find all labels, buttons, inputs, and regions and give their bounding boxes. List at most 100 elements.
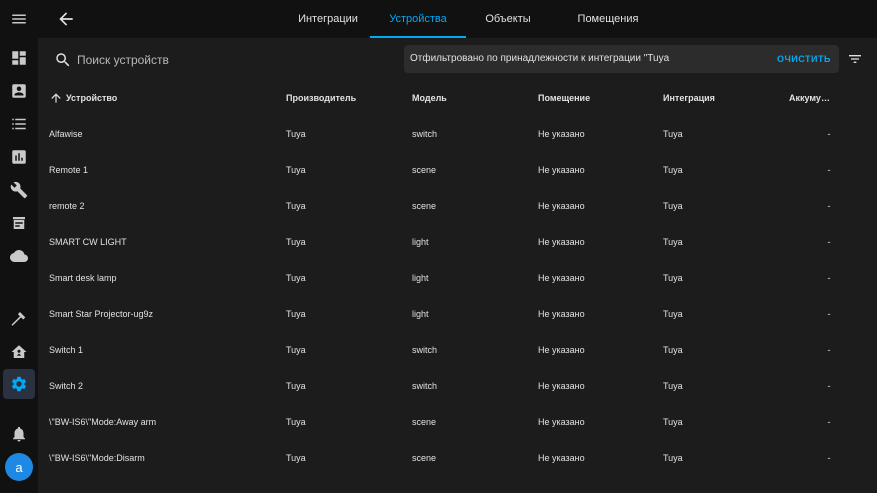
- cell-battery: -: [827, 417, 831, 427]
- cell-device: Alfawise: [49, 129, 83, 139]
- cell-area: Не указано: [538, 237, 585, 247]
- cell-battery: -: [827, 165, 831, 175]
- filter-text: Отфильтровано по принадлежности к интегр…: [410, 53, 670, 64]
- cell-device: Smart Star Projector-ug9z: [49, 309, 154, 319]
- cell-area: Не указано: [538, 273, 585, 283]
- tab-devices[interactable]: Устройства: [370, 0, 466, 38]
- header-model[interactable]: Модель: [412, 80, 532, 116]
- table-row[interactable]: \"BW-IS6\"Mode:Disarm Tuya scene Не указано…: [38, 440, 839, 476]
- cell-model: light: [412, 309, 429, 319]
- cell-model: scene: [412, 201, 437, 211]
- cell-integration: Tuya: [663, 309, 683, 319]
- cell-battery: -: [827, 453, 831, 463]
- tab-integrations[interactable]: Интеграции: [278, 0, 378, 38]
- avatar[interactable]: a: [5, 453, 33, 481]
- cell-area: Не указано: [538, 165, 585, 175]
- table-row[interactable]: Smart desk lamp Tuya light Не указано Tuya -: [38, 260, 839, 296]
- cell-integration: Tuya: [663, 345, 683, 355]
- cell-battery: -: [827, 345, 831, 355]
- cell-area: Не указано: [538, 129, 585, 139]
- cell-integration: Tuya: [663, 129, 683, 139]
- tab-entities[interactable]: Объекты: [468, 0, 548, 38]
- cell-area: Не указано: [538, 453, 585, 463]
- map-icon[interactable]: [7, 79, 31, 103]
- search-input[interactable]: [77, 50, 377, 70]
- table-row[interactable]: Switch 2 Tuya switch Не указано Tuya -: [38, 368, 839, 404]
- table-header: Устройство Производитель Модель Помещени…: [38, 80, 839, 116]
- sort-arrow-up-icon[interactable]: [49, 91, 63, 105]
- cell-battery: -: [827, 309, 831, 319]
- cell-manufacturer: Tuya: [286, 165, 306, 175]
- cell-integration: Tuya: [663, 381, 683, 391]
- cell-device: Switch 2: [49, 381, 84, 391]
- cell-device: remote 2: [49, 201, 85, 211]
- cell-model: scene: [412, 417, 437, 427]
- cell-device: SMART CW LIGHT: [49, 237, 127, 247]
- cell-integration: Tuya: [663, 237, 683, 247]
- cell-integration: Tuya: [663, 165, 683, 175]
- cell-manufacturer: Tuya: [286, 309, 306, 319]
- cell-area: Не указано: [538, 201, 585, 211]
- table-row[interactable]: Switch 1 Tuya switch Не указано Tuya -: [38, 332, 839, 368]
- header-device[interactable]: Устройство: [66, 80, 266, 116]
- cell-battery: -: [827, 201, 831, 211]
- cell-model: switch: [412, 129, 438, 139]
- history-icon[interactable]: [7, 145, 31, 169]
- hacs-icon[interactable]: [7, 211, 31, 235]
- cell-device: \"BW-IS6\"Mode:Away arm: [49, 417, 157, 427]
- cell-area: Не указано: [538, 345, 585, 355]
- cell-device: Switch 1: [49, 345, 84, 355]
- dashboard-icon[interactable]: [7, 46, 31, 70]
- cell-manufacturer: Tuya: [286, 381, 306, 391]
- settings-icon[interactable]: [7, 372, 31, 396]
- cell-battery: -: [827, 129, 831, 139]
- table-row[interactable]: SMART CW LIGHT Tuya light Не указано Tuya -: [38, 224, 839, 260]
- cell-integration: Tuya: [663, 453, 683, 463]
- table-row[interactable]: remote 2 Tuya scene Не указано Tuya -: [38, 188, 839, 224]
- cell-device: Remote 1: [49, 165, 89, 175]
- active-tab-indicator: [370, 36, 466, 38]
- cell-manufacturer: Tuya: [286, 129, 306, 139]
- cell-integration: Tuya: [663, 417, 683, 427]
- table-row[interactable]: Remote 1 Tuya scene Не указано Tuya -: [38, 152, 839, 188]
- logbook-icon[interactable]: [7, 112, 31, 136]
- cell-area: Не указано: [538, 381, 585, 391]
- cell-battery: -: [827, 381, 831, 391]
- cell-integration: Tuya: [663, 201, 683, 211]
- search-icon: [54, 51, 72, 69]
- sidebar: a: [0, 0, 38, 493]
- cell-manufacturer: Tuya: [286, 237, 306, 247]
- cell-manufacturer: Tuya: [286, 417, 306, 427]
- header-integration[interactable]: Интеграция: [663, 80, 783, 116]
- cell-model: switch: [412, 381, 438, 391]
- menu-icon[interactable]: [7, 7, 31, 31]
- cell-manufacturer: Tuya: [286, 273, 306, 283]
- cell-manufacturer: Tuya: [286, 453, 306, 463]
- cell-area: Не указано: [538, 309, 585, 319]
- cell-integration: Tuya: [663, 273, 683, 283]
- cell-device: Smart desk lamp: [49, 273, 117, 283]
- wrench-icon[interactable]: [7, 178, 31, 202]
- header-manufacturer[interactable]: Производитель: [286, 80, 406, 116]
- cell-area: Не указано: [538, 417, 585, 427]
- header-area[interactable]: Помещение: [538, 80, 658, 116]
- table-row[interactable]: Alfawise Tuya switch Не указано Tuya -: [38, 116, 839, 152]
- clear-filter-button[interactable]: ОЧИСТИТЬ: [777, 45, 831, 73]
- table-row[interactable]: Smart Star Projector-ug9z Tuya light Не ука…: [38, 296, 839, 332]
- top-bar: Интеграции Устройства Объекты Помещения: [38, 0, 877, 38]
- notifications-icon[interactable]: [7, 422, 31, 446]
- header-battery[interactable]: Аккуму…: [789, 80, 829, 116]
- cell-model: light: [412, 237, 429, 247]
- hammer-icon[interactable]: [7, 307, 31, 331]
- home-assistant-icon[interactable]: [7, 340, 31, 364]
- cloud-icon[interactable]: [7, 244, 31, 268]
- filter-chip: Отфильтровано по принадлежности к интегр…: [404, 45, 839, 73]
- table-row[interactable]: \"BW-IS6\"Mode:Away arm Tuya scene Не указа…: [38, 404, 839, 440]
- cell-model: switch: [412, 345, 438, 355]
- tab-areas[interactable]: Помещения: [558, 0, 658, 38]
- cell-model: scene: [412, 165, 437, 175]
- filter-icon[interactable]: [847, 51, 863, 67]
- cell-manufacturer: Tuya: [286, 201, 306, 211]
- cell-battery: -: [827, 237, 831, 247]
- back-arrow-icon[interactable]: [56, 9, 76, 29]
